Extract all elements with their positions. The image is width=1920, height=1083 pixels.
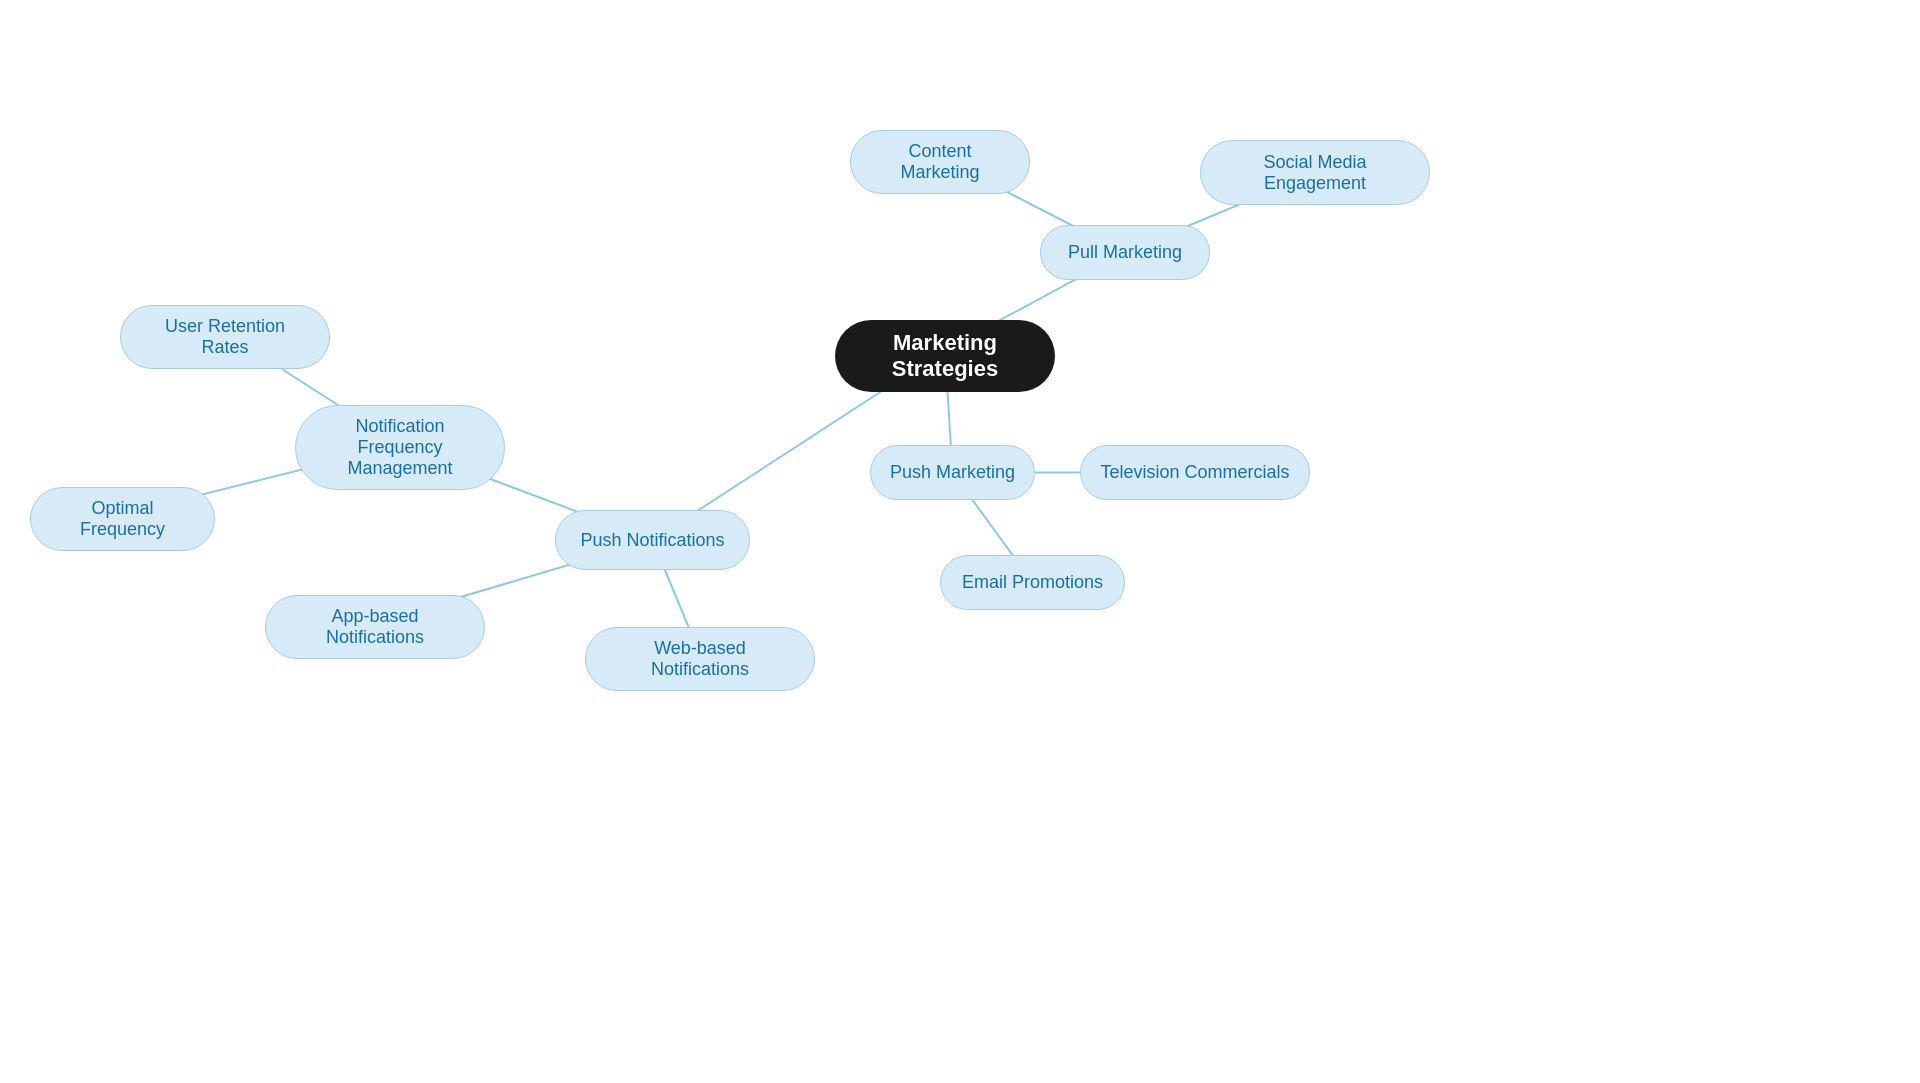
node-label-optimal_frequency: Optimal Frequency <box>49 498 196 540</box>
node-content_marketing[interactable]: Content Marketing <box>850 130 1030 194</box>
node-optimal_frequency[interactable]: Optimal Frequency <box>30 487 215 551</box>
node-push_notifications[interactable]: Push Notifications <box>555 510 750 570</box>
node-marketing_strategies[interactable]: Marketing Strategies <box>835 320 1055 392</box>
node-app_based[interactable]: App-based Notifications <box>265 595 485 659</box>
node-social_media[interactable]: Social Media Engagement <box>1200 140 1430 205</box>
node-email_promotions[interactable]: Email Promotions <box>940 555 1125 610</box>
node-pull_marketing[interactable]: Pull Marketing <box>1040 225 1210 280</box>
node-label-web_based: Web-based Notifications <box>604 638 796 680</box>
node-label-app_based: App-based Notifications <box>284 606 466 648</box>
node-push_marketing[interactable]: Push Marketing <box>870 445 1035 500</box>
node-label-pull_marketing: Pull Marketing <box>1068 242 1182 263</box>
node-label-social_media: Social Media Engagement <box>1219 152 1411 194</box>
node-label-push_notifications: Push Notifications <box>580 530 724 551</box>
node-label-email_promotions: Email Promotions <box>962 572 1103 593</box>
node-television_commercials[interactable]: Television Commercials <box>1080 445 1310 500</box>
node-label-user_retention: User Retention Rates <box>139 316 311 358</box>
node-label-marketing_strategies: Marketing Strategies <box>853 330 1037 382</box>
node-user_retention[interactable]: User Retention Rates <box>120 305 330 369</box>
node-label-content_marketing: Content Marketing <box>869 141 1011 183</box>
node-label-television_commercials: Television Commercials <box>1100 462 1289 483</box>
node-label-push_marketing: Push Marketing <box>890 462 1015 483</box>
node-web_based[interactable]: Web-based Notifications <box>585 627 815 691</box>
node-label-notification_frequency: Notification Frequency Management <box>314 416 486 479</box>
node-notification_frequency[interactable]: Notification Frequency Management <box>295 405 505 490</box>
